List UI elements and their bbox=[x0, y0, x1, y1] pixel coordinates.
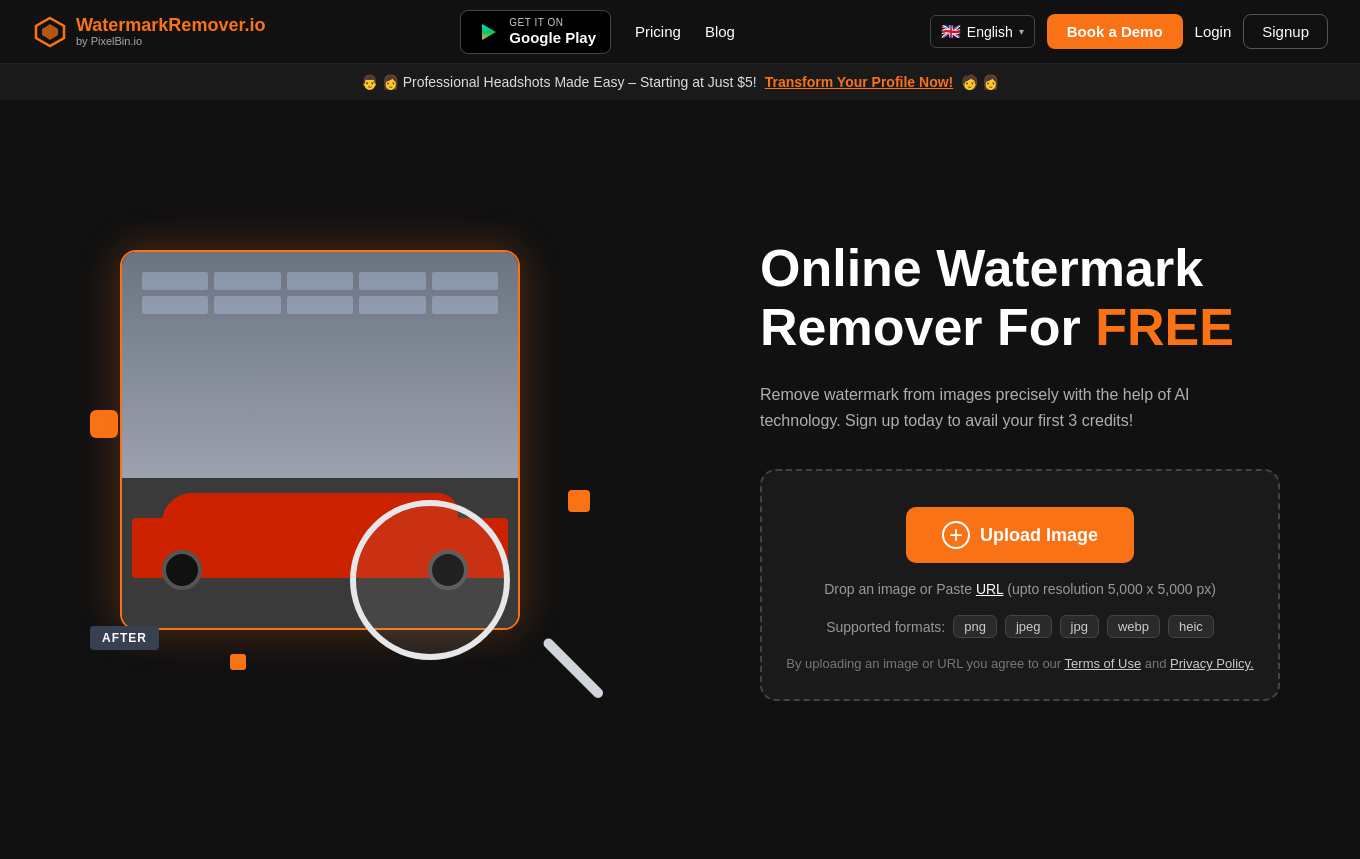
url-link[interactable]: URL bbox=[976, 581, 1004, 597]
deco-square-4 bbox=[230, 654, 246, 670]
hero-content: Online Watermark Remover For FREE Remove… bbox=[700, 239, 1280, 702]
magnify-glass bbox=[350, 500, 570, 720]
format-jpg: jpg bbox=[1060, 615, 1099, 638]
building-windows bbox=[142, 272, 498, 314]
language-selector[interactable]: 🇬🇧 English ▾ bbox=[930, 15, 1035, 48]
free-text: FREE bbox=[1095, 298, 1234, 356]
upload-drop-hint: Drop an image or Paste URL (upto resolut… bbox=[824, 581, 1216, 597]
promo-banner: 👨 👩 Professional Headshots Made Easy – S… bbox=[0, 64, 1360, 100]
nav-right: 🇬🇧 English ▾ Book a Demo Login Signup bbox=[930, 14, 1328, 49]
nav-center: GET IT ON Google Play Pricing Blog bbox=[460, 10, 735, 54]
hero-illustration: AFTER bbox=[60, 190, 600, 750]
format-heic: heic bbox=[1168, 615, 1214, 638]
upload-button-label: Upload Image bbox=[980, 525, 1098, 546]
lang-label: English bbox=[967, 24, 1013, 40]
nav-blog[interactable]: Blog bbox=[705, 23, 735, 40]
promo-cta-link[interactable]: Transform Your Profile Now! bbox=[765, 74, 954, 90]
book-demo-button[interactable]: Book a Demo bbox=[1047, 14, 1183, 49]
deco-square-3 bbox=[568, 490, 590, 512]
login-button[interactable]: Login bbox=[1195, 23, 1232, 40]
plus-icon: + bbox=[942, 521, 970, 549]
window-7 bbox=[214, 296, 280, 314]
window-5 bbox=[432, 272, 498, 290]
building-bg bbox=[122, 252, 518, 478]
google-play-icon bbox=[475, 19, 501, 45]
upload-terms: By uploading an image or URL you agree t… bbox=[786, 656, 1253, 671]
format-webp: webp bbox=[1107, 615, 1160, 638]
logo-icon bbox=[32, 14, 68, 50]
window-9 bbox=[359, 296, 425, 314]
after-badge: AFTER bbox=[90, 626, 159, 650]
magnify-handle bbox=[541, 636, 605, 700]
terms-of-use-link[interactable]: Terms of Use bbox=[1065, 656, 1142, 671]
signup-button[interactable]: Signup bbox=[1243, 14, 1328, 49]
lang-flag: 🇬🇧 bbox=[941, 22, 961, 41]
hero-description: Remove watermark from images precisely w… bbox=[760, 382, 1240, 433]
chevron-down-icon: ▾ bbox=[1019, 26, 1024, 37]
privacy-policy-link[interactable]: Privacy Policy. bbox=[1170, 656, 1254, 671]
upload-image-button[interactable]: + Upload Image bbox=[906, 507, 1134, 563]
window-10 bbox=[432, 296, 498, 314]
supported-formats: Supported formats: png jpeg jpg webp hei… bbox=[826, 615, 1214, 638]
magnify-circle bbox=[350, 500, 510, 660]
car-wheel-left bbox=[162, 550, 202, 590]
logo-area: WatermarkRemover.io by PixelBin.io bbox=[32, 14, 265, 50]
google-play-button[interactable]: GET IT ON Google Play bbox=[460, 10, 611, 54]
window-1 bbox=[142, 272, 208, 290]
deco-square-2 bbox=[90, 410, 118, 438]
logo-text: WatermarkRemover.io by PixelBin.io bbox=[76, 16, 265, 48]
nav-pricing[interactable]: Pricing bbox=[635, 23, 681, 40]
google-play-text: GET IT ON Google Play bbox=[509, 17, 596, 47]
format-png: png bbox=[953, 615, 997, 638]
hero-title: Online Watermark Remover For FREE bbox=[760, 239, 1280, 359]
promo-text: 👨 👩 Professional Headshots Made Easy – S… bbox=[361, 74, 757, 90]
window-6 bbox=[142, 296, 208, 314]
window-3 bbox=[287, 272, 353, 290]
promo-emoji: 🧑 👩 bbox=[961, 74, 999, 90]
brand-by: by PixelBin.io bbox=[76, 35, 265, 47]
window-4 bbox=[359, 272, 425, 290]
format-jpeg: jpeg bbox=[1005, 615, 1052, 638]
svg-marker-1 bbox=[42, 24, 58, 40]
window-8 bbox=[287, 296, 353, 314]
upload-box: + Upload Image Drop an image or Paste UR… bbox=[760, 469, 1280, 701]
brand-name: WatermarkRemover.io bbox=[76, 16, 265, 36]
navbar: WatermarkRemover.io by PixelBin.io GE bbox=[0, 0, 1360, 64]
window-2 bbox=[214, 272, 280, 290]
hero-section: AFTER Online Watermark Remover For FREE … bbox=[0, 100, 1360, 840]
